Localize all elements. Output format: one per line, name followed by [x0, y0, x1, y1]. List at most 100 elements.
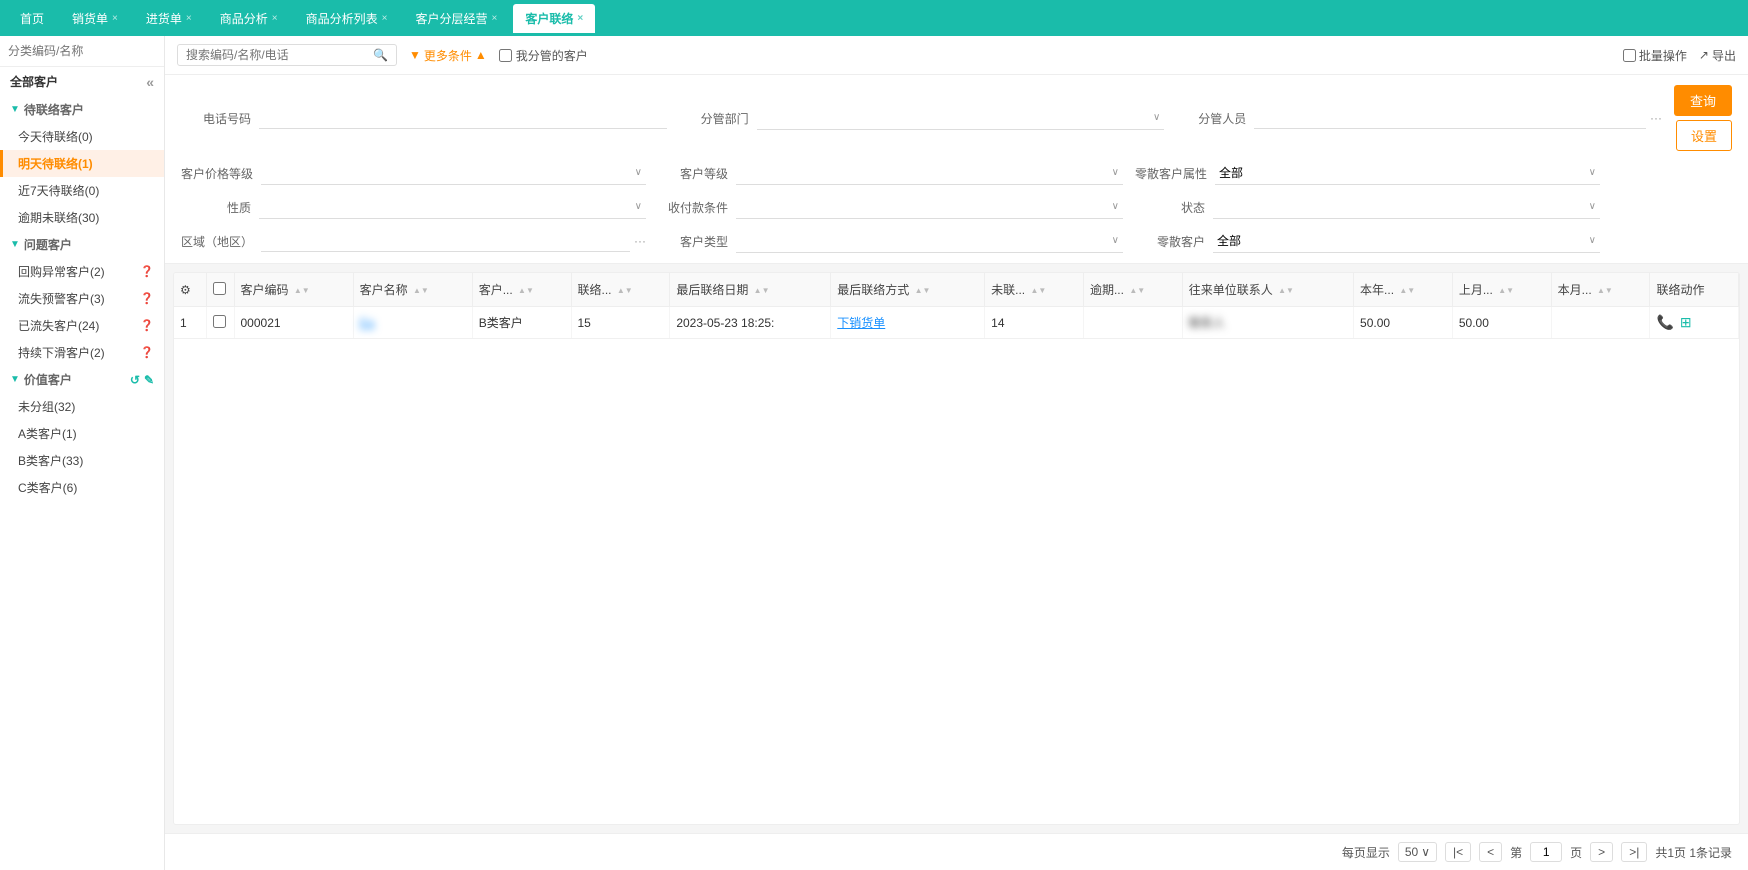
- help-icon-2[interactable]: ❓: [140, 292, 154, 305]
- edit-icon[interactable]: ✎: [144, 373, 154, 387]
- filter-payment-select[interactable]: ∨: [736, 195, 1123, 219]
- refresh-icon[interactable]: ↺: [130, 373, 140, 387]
- filter-region-dots[interactable]: ···: [634, 234, 646, 248]
- action-phone-icon[interactable]: 📞: [1656, 314, 1673, 331]
- nav-customer-tier-label: 客户分层经营: [415, 10, 487, 27]
- filter-retail-customer-label: 零散客户: [1135, 233, 1205, 250]
- chevron-down-icon-3: ∨: [1112, 167, 1119, 178]
- page-size-select[interactable]: 50 ∨: [1398, 842, 1437, 862]
- sort-type-icon[interactable]: ▲▼: [518, 286, 534, 295]
- filter-nature-select[interactable]: ∨: [259, 195, 646, 219]
- sidebar-item-7days[interactable]: 近7天待联络(0): [0, 177, 164, 204]
- help-icon-4[interactable]: ❓: [140, 346, 154, 359]
- page-suffix: 页: [1570, 844, 1582, 861]
- sort-name-icon[interactable]: ▲▼: [413, 286, 429, 295]
- sidebar-all-customers[interactable]: 全部客户 «: [0, 67, 164, 96]
- export-btn[interactable]: ↗ 导出: [1699, 47, 1736, 64]
- sidebar-item-churned[interactable]: 已流失客户(24) ❓: [0, 312, 164, 339]
- sort-contact-person-icon[interactable]: ▲▼: [1278, 286, 1294, 295]
- search-icon-btn[interactable]: 🔍: [373, 48, 388, 62]
- sidebar-item-c-class[interactable]: C类客户(6): [0, 474, 164, 501]
- cell-type: B类客户: [472, 307, 571, 339]
- filter-person-input[interactable]: [1254, 108, 1646, 129]
- sidebar-item-a-class[interactable]: A类客户(1): [0, 420, 164, 447]
- nav-sales[interactable]: 销货单 ×: [60, 4, 130, 33]
- filter-icon: ▼: [409, 48, 421, 62]
- select-all-checkbox[interactable]: [213, 282, 226, 295]
- sidebar-item-b-class[interactable]: B类客户(33): [0, 447, 164, 474]
- filter-region-input[interactable]: [261, 231, 630, 252]
- filter-customer-grade-label: 客户等级: [658, 165, 728, 182]
- sidebar-group-problem[interactable]: ▼ 问题客户: [0, 231, 164, 258]
- nav-purchase[interactable]: 进货单 ×: [134, 4, 204, 33]
- sidebar-item-today[interactable]: 今天待联络(0): [0, 123, 164, 150]
- cell-contact-count: 15: [571, 307, 670, 339]
- sidebar-group-pending-contact[interactable]: ▼ 待联络客户: [0, 96, 164, 123]
- nav-sales-close[interactable]: ×: [112, 13, 118, 24]
- nav-product-analysis-list[interactable]: 商品分析列表 ×: [294, 4, 400, 33]
- filter-status-select[interactable]: ∨: [1213, 195, 1600, 219]
- cell-name[interactable]: Ea: [353, 307, 472, 339]
- customer-table: ⚙ 客户编码 ▲▼ 客户名称 ▲▼ 客户... ▲▼: [174, 273, 1739, 339]
- filter-person-dots[interactable]: ···: [1650, 111, 1662, 125]
- nav-product-analysis[interactable]: 商品分析 ×: [208, 4, 290, 33]
- nav-customer-contact[interactable]: 客户联络 ×: [513, 4, 595, 33]
- filter-price-grade-select[interactable]: ∨: [261, 161, 646, 185]
- search-input[interactable]: [186, 48, 369, 62]
- sidebar-item-overdue[interactable]: 逾期未联络(30): [0, 204, 164, 231]
- help-icon-3[interactable]: ❓: [140, 319, 154, 332]
- sidebar-item-churn-warning[interactable]: 流失预警客户(3) ❓: [0, 285, 164, 312]
- page-input[interactable]: [1530, 842, 1562, 862]
- action-grid-icon[interactable]: ⊞: [1680, 314, 1692, 331]
- filter-retail-customer-select[interactable]: 全部 ∨: [1213, 229, 1600, 253]
- filter-customer-type-select[interactable]: ∨: [736, 229, 1123, 253]
- nav-customer-tier-close[interactable]: ×: [491, 13, 497, 24]
- sort-this-year-icon[interactable]: ▲▼: [1399, 286, 1415, 295]
- settings-button[interactable]: 设置: [1676, 120, 1732, 151]
- nav-customer-contact-close[interactable]: ×: [577, 13, 583, 24]
- filter-retail-attr-select[interactable]: 全部 ∨: [1215, 161, 1600, 185]
- sidebar-search-input[interactable]: [8, 44, 163, 58]
- col-settings[interactable]: ⚙: [174, 273, 206, 307]
- bulk-op-btn[interactable]: 批量操作: [1623, 47, 1687, 64]
- sort-method-icon[interactable]: ▲▼: [915, 286, 931, 295]
- sidebar-item-ungrouped[interactable]: 未分组(32): [0, 393, 164, 420]
- sort-overdue-icon[interactable]: ▲▼: [1129, 286, 1145, 295]
- next-page-btn[interactable]: >: [1590, 842, 1613, 862]
- nav-product-analysis-close[interactable]: ×: [272, 13, 278, 24]
- row-checkbox[interactable]: [213, 315, 226, 328]
- last-page-btn[interactable]: >|: [1621, 842, 1647, 862]
- nav-product-analysis-list-close[interactable]: ×: [382, 13, 388, 24]
- sidebar-item-declining[interactable]: 持续下滑客户(2) ❓: [0, 339, 164, 366]
- sort-this-month-icon[interactable]: ▲▼: [1597, 286, 1613, 295]
- sort-no-contact-icon[interactable]: ▲▼: [1031, 286, 1047, 295]
- first-page-btn[interactable]: |<: [1445, 842, 1471, 862]
- my-customers-checkbox[interactable]: [499, 49, 512, 62]
- customer-name-link[interactable]: Ea: [360, 316, 375, 330]
- contact-method-link[interactable]: 下销货单: [837, 316, 885, 330]
- bulk-op-checkbox[interactable]: [1623, 49, 1636, 62]
- filter-customer-grade-select[interactable]: ∨: [736, 161, 1123, 185]
- cell-checkbox[interactable]: [206, 307, 234, 339]
- nav-customer-tier[interactable]: 客户分层经营 ×: [403, 4, 509, 33]
- search-input-wrap: 🔍: [177, 44, 397, 66]
- sort-contact-count-icon[interactable]: ▲▼: [617, 286, 633, 295]
- cell-action: 📞 ⊞: [1650, 307, 1739, 339]
- query-button[interactable]: 查询: [1674, 85, 1732, 116]
- filter-dept-select[interactable]: ∨: [757, 106, 1165, 130]
- more-conditions-btn[interactable]: ▼ 更多条件 ▲: [409, 47, 487, 64]
- cell-last-contact-method[interactable]: 下销货单: [831, 307, 985, 339]
- col-name: 客户名称 ▲▼: [353, 273, 472, 307]
- sort-date-icon[interactable]: ▲▼: [754, 286, 770, 295]
- nav-purchase-close[interactable]: ×: [186, 13, 192, 24]
- filter-phone-input[interactable]: [259, 108, 667, 129]
- help-icon-1[interactable]: ❓: [140, 265, 154, 278]
- sidebar-item-repurchase-anomaly[interactable]: 回购异常客户(2) ❓: [0, 258, 164, 285]
- sidebar-item-tomorrow[interactable]: 明天待联络(1): [0, 150, 164, 177]
- nav-home[interactable]: 首页: [8, 4, 56, 33]
- sort-last-month-icon[interactable]: ▲▼: [1498, 286, 1514, 295]
- col-checkbox[interactable]: [206, 273, 234, 307]
- nav-customer-contact-label: 客户联络: [525, 10, 573, 27]
- sort-code-icon[interactable]: ▲▼: [294, 286, 310, 295]
- prev-page-btn[interactable]: <: [1479, 842, 1502, 862]
